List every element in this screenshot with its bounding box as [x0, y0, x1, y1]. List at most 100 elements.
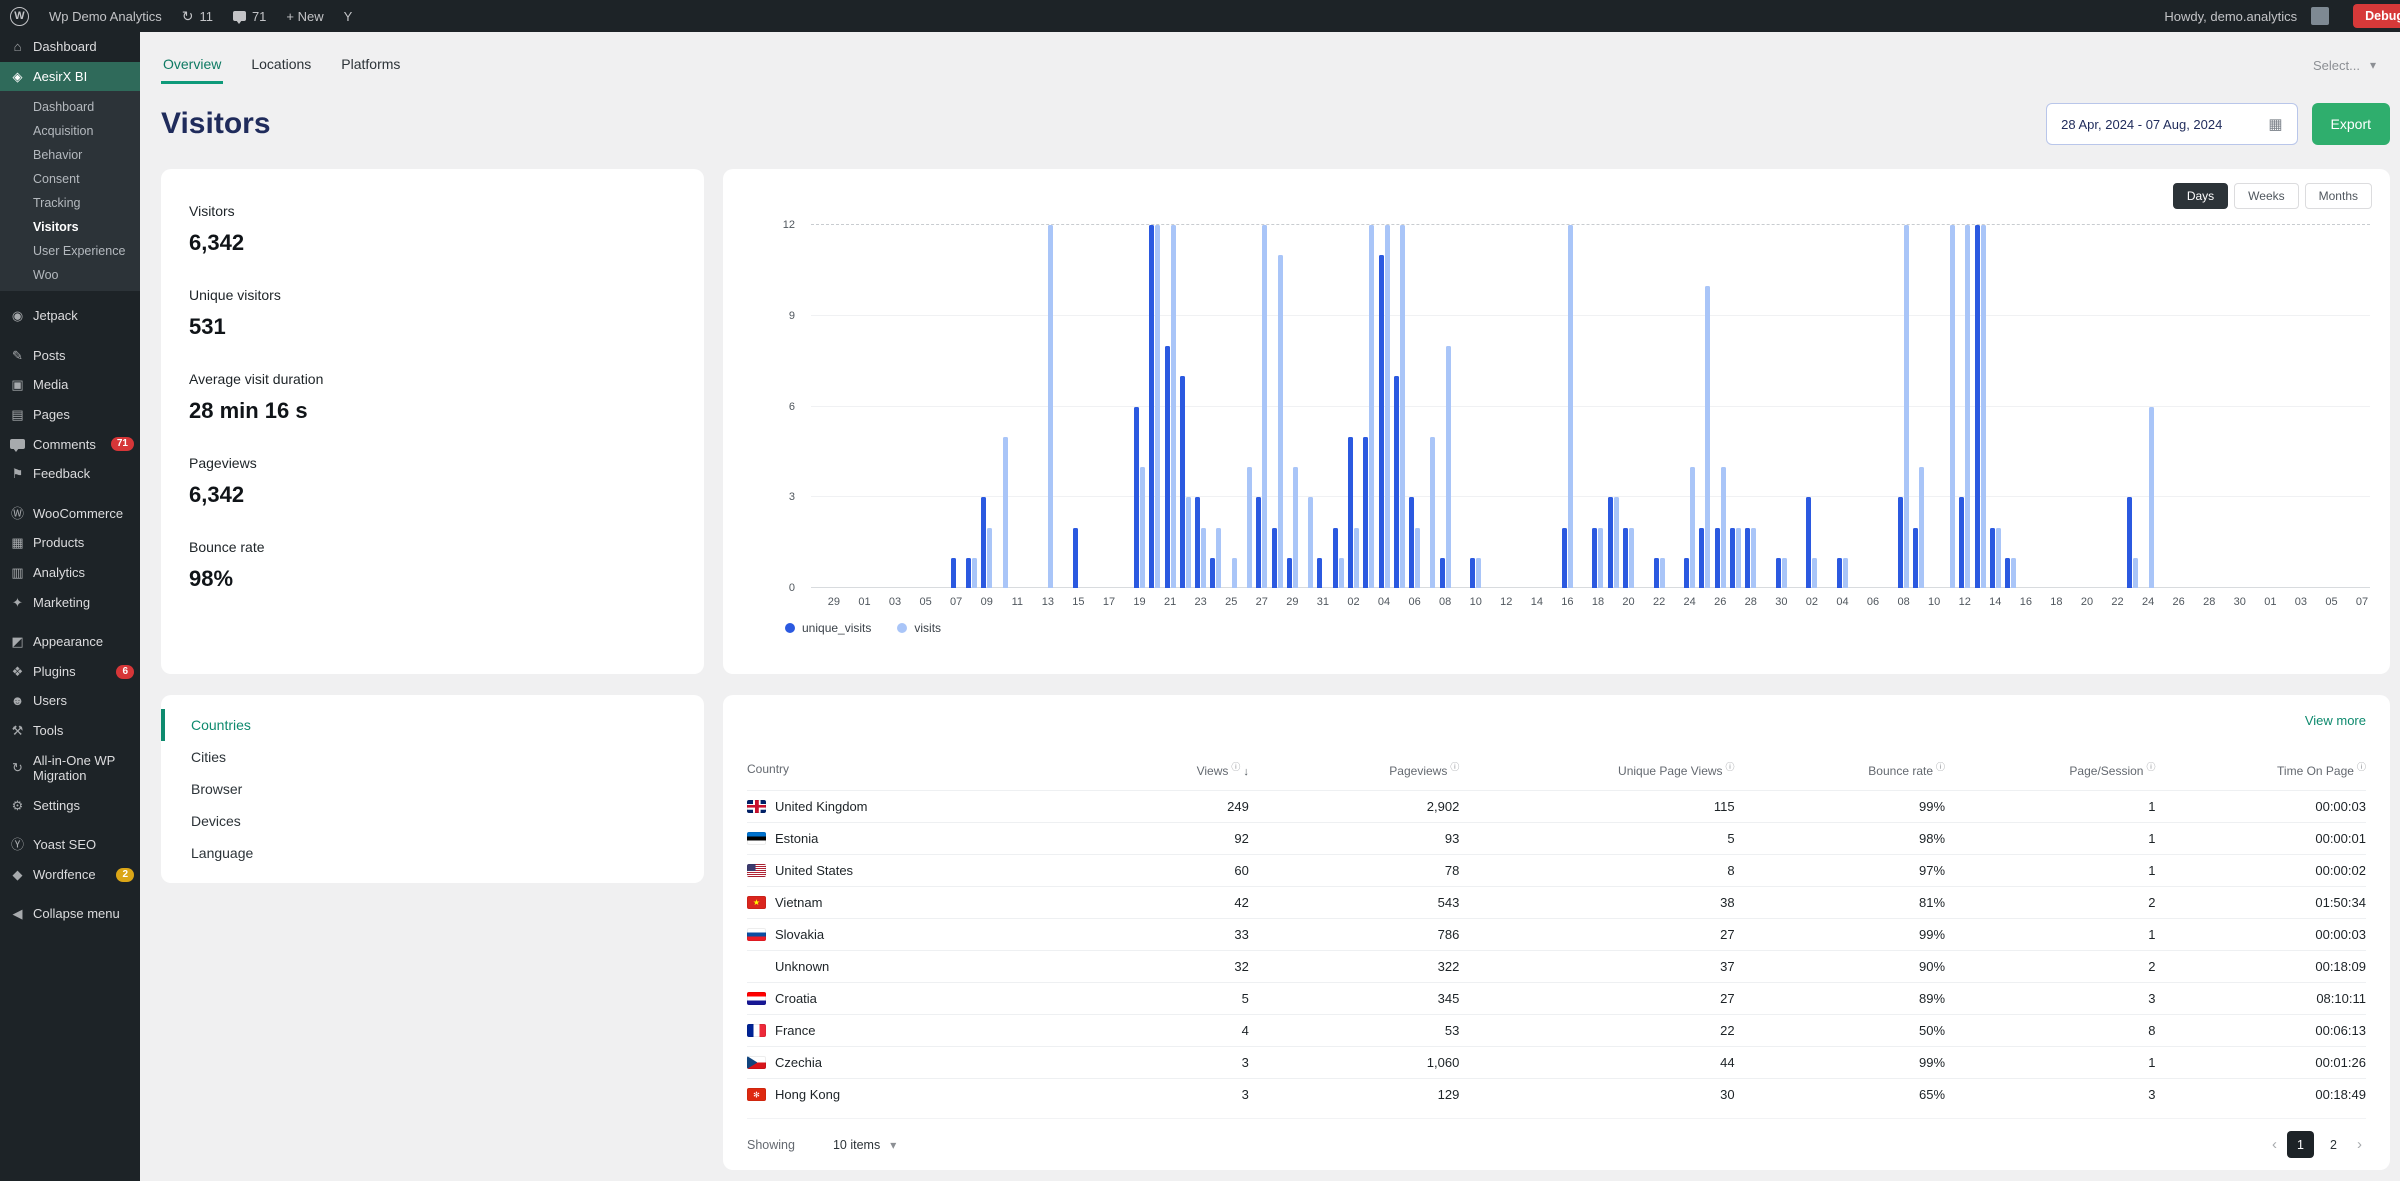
- sidebar-item-settings[interactable]: ⚙ Settings: [0, 791, 140, 821]
- submenu-item-user-experience[interactable]: User Experience: [0, 239, 140, 263]
- bar-visits: [1629, 527, 1635, 588]
- column-header-page-session[interactable]: Page/Session ⓘ: [1945, 760, 2155, 778]
- sidebar-item-label: Dashboard: [33, 39, 97, 54]
- range-tab-days[interactable]: Days: [2172, 183, 2229, 209]
- sidebar-item-analytics[interactable]: ▥ Analytics: [0, 558, 140, 588]
- bar-group: [1407, 225, 1422, 588]
- submenu-item-acquisition[interactable]: Acquisition: [0, 119, 140, 143]
- cell-bounce-rate: 99%: [1919, 927, 1946, 942]
- dimension-tab-devices[interactable]: Devices: [161, 805, 704, 837]
- bar-group: [2095, 225, 2110, 588]
- wordpress-menu[interactable]: W: [0, 0, 39, 32]
- cell-views: 32: [1234, 959, 1249, 974]
- submenu-item-tracking[interactable]: Tracking: [0, 191, 140, 215]
- cell-unique-page-views: 5: [1727, 831, 1735, 846]
- legend-visits[interactable]: visits: [897, 621, 941, 635]
- cell-views: 42: [1234, 895, 1249, 910]
- sidebar-item-products[interactable]: ▦ Products: [0, 528, 140, 558]
- sidebar-item-yoast-seo[interactable]: Ⓨ Yoast SEO: [0, 830, 140, 860]
- items-per-page-select[interactable]: 10 items ▾: [833, 1138, 896, 1152]
- yoast-admin-menu[interactable]: Y: [334, 0, 363, 32]
- x-tick-label: 12: [1958, 596, 1971, 608]
- sidebar-item-feedback[interactable]: ⚑ Feedback: [0, 459, 140, 489]
- date-range-picker[interactable]: 28 Apr, 2024 - 07 Aug, 2024 ▦: [2046, 103, 2298, 145]
- view-more-link[interactable]: View more: [2305, 713, 2366, 728]
- menu-separator: [0, 291, 140, 301]
- range-tab-weeks[interactable]: Weeks: [2234, 183, 2299, 209]
- export-button[interactable]: Export: [2311, 103, 2390, 145]
- sidebar-item-media[interactable]: ▣ Media: [0, 370, 140, 400]
- tab-overview[interactable]: Overview: [161, 47, 224, 84]
- bar-unique-visits: [1378, 255, 1384, 588]
- sidebar-item-comments[interactable]: Comments 71: [0, 430, 140, 460]
- submenu-item-visitors[interactable]: Visitors: [0, 215, 140, 239]
- x-tick-label: 01: [858, 596, 871, 608]
- legend-unique-visits[interactable]: unique_visits: [785, 621, 871, 635]
- dimension-tab-browser[interactable]: Browser: [161, 773, 704, 805]
- sidebar-item-tools[interactable]: ⚒ Tools: [0, 716, 140, 746]
- bar-group: [1560, 225, 1575, 588]
- sidebar-item-posts[interactable]: ✎ Posts: [0, 341, 140, 371]
- page-button-2[interactable]: 2: [2320, 1131, 2347, 1158]
- dimension-tab-cities[interactable]: Cities: [161, 741, 704, 773]
- sidebar-item-pages[interactable]: ▤ Pages: [0, 400, 140, 430]
- bar-visits: [1476, 557, 1482, 588]
- sidebar-item-dashboard[interactable]: ⌂ Dashboard: [0, 32, 140, 62]
- sidebar-item-appearance[interactable]: ◩ Appearance: [0, 627, 140, 657]
- column-header-time-on-page[interactable]: Time On Page ⓘ: [2156, 760, 2366, 778]
- range-tab-months[interactable]: Months: [2304, 183, 2372, 209]
- column-header-pageviews[interactable]: Pageviews ⓘ: [1249, 760, 1459, 778]
- cell-page-session: 8: [2148, 1023, 2156, 1038]
- country-cell: Hong Kong: [747, 1087, 1103, 1102]
- new-content-menu[interactable]: + New: [276, 0, 333, 32]
- x-tick-label: 28: [1744, 596, 1757, 608]
- sidebar-item-label: AesirX BI: [33, 68, 88, 84]
- bar-group: [2354, 225, 2369, 588]
- howdy-account-menu[interactable]: Howdy, demo.analytics: [2154, 0, 2343, 32]
- x-tick-label: 25: [1225, 596, 1238, 608]
- updates-link[interactable]: ↻ 11: [172, 0, 223, 32]
- sidebar-item-marketing[interactable]: ✦ Marketing: [0, 588, 140, 618]
- x-tick-label: [2247, 596, 2262, 608]
- submenu-item-consent[interactable]: Consent: [0, 167, 140, 191]
- column-header-country[interactable]: Country: [747, 762, 1103, 776]
- tab-locations[interactable]: Locations: [249, 47, 313, 84]
- submenu-item-dashboard[interactable]: Dashboard: [0, 95, 140, 119]
- sidebar-item-label: Tools: [33, 722, 64, 738]
- sidebar-item-plugins[interactable]: ❖ Plugins 6: [0, 657, 140, 687]
- bar-group: [994, 225, 1009, 588]
- country-cell: Slovakia: [747, 927, 1103, 942]
- chevron-down-icon: ▾: [890, 1137, 897, 1152]
- x-tick-label: [1606, 596, 1621, 608]
- submenu-item-woo[interactable]: Woo: [0, 263, 140, 287]
- submenu-item-behavior[interactable]: Behavior: [0, 143, 140, 167]
- filter-select[interactable]: Select... ▾: [2313, 58, 2390, 73]
- dimension-tab-language[interactable]: Language: [161, 837, 704, 869]
- sidebar-item-aesirx-bi[interactable]: ◈ AesirX BI: [0, 61, 140, 92]
- site-name-link[interactable]: Wp Demo Analytics: [39, 0, 172, 32]
- sidebar-item-collapse-menu[interactable]: ◀ Collapse menu: [0, 899, 140, 929]
- dimension-tab-countries[interactable]: Countries: [161, 709, 704, 741]
- column-header-unique-page-views[interactable]: Unique Page Views ⓘ: [1459, 760, 1735, 778]
- next-page-button[interactable]: ›: [2353, 1136, 2366, 1153]
- debug-button[interactable]: Debug: [2353, 4, 2400, 28]
- country-cell: United States: [747, 863, 1103, 878]
- cell-pageviews: 129: [1437, 1087, 1460, 1102]
- column-header-views[interactable]: Views ⓘ ↓: [1103, 760, 1249, 778]
- pages-icon: ▤: [11, 406, 24, 422]
- comments-link[interactable]: 71: [223, 0, 276, 32]
- y-axis-label: 3: [788, 491, 795, 504]
- x-tick-label: [2095, 596, 2110, 608]
- column-header-bounce-rate[interactable]: Bounce rate ⓘ: [1735, 760, 1945, 778]
- bar-group: [1896, 225, 1911, 588]
- prev-page-button[interactable]: ‹: [2268, 1136, 2281, 1153]
- sidebar-item-wp-migration[interactable]: ↻ All-in-One WP Migration: [0, 746, 140, 791]
- sidebar-item-jetpack[interactable]: ◉ Jetpack: [0, 301, 140, 331]
- sidebar-item-wordfence[interactable]: ◆ Wordfence 2: [0, 860, 140, 890]
- page-button-1[interactable]: 1: [2287, 1131, 2314, 1158]
- cell-unique-page-views: 22: [1720, 1023, 1735, 1038]
- sidebar-item-woocommerce[interactable]: Ⓦ WooCommerce: [0, 499, 140, 529]
- sidebar-item-users[interactable]: ☻ Users: [0, 686, 140, 716]
- tab-platforms[interactable]: Platforms: [339, 47, 402, 84]
- cell-bounce-rate: 99%: [1919, 799, 1946, 814]
